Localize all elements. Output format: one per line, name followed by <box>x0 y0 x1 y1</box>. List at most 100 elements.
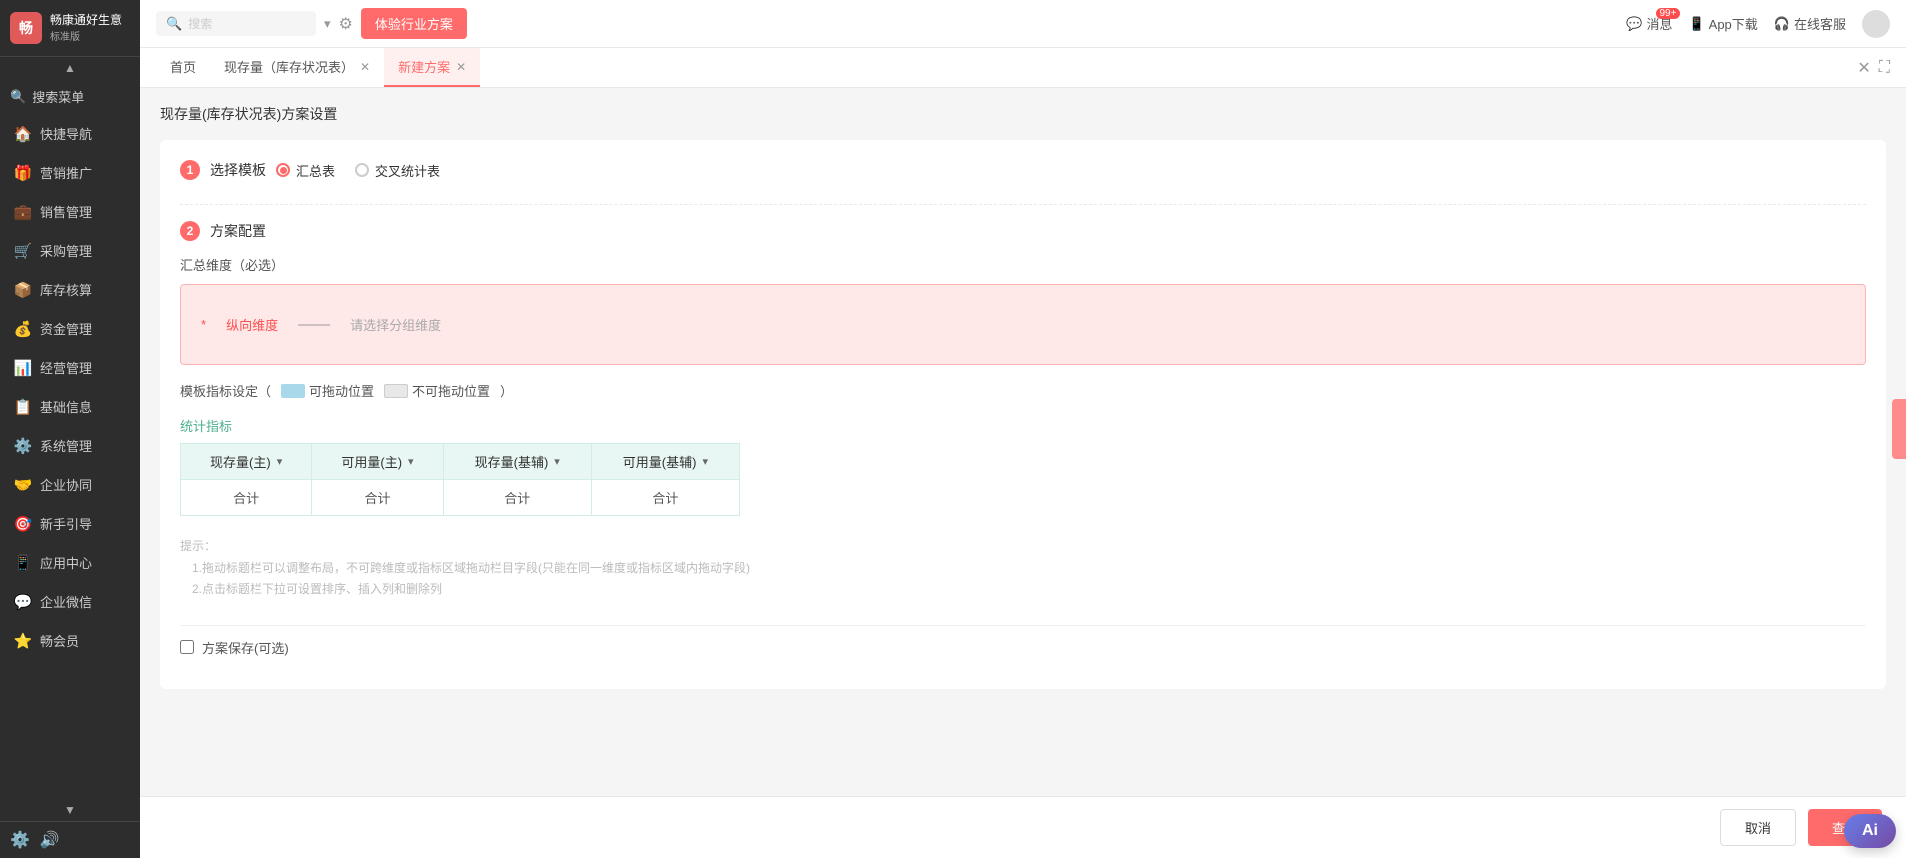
col-stock-main[interactable]: 现存量(主) ▾ <box>181 444 312 480</box>
step1-num: 1 <box>180 160 200 180</box>
user-avatar[interactable] <box>1862 10 1890 38</box>
sidebar-item-enterprise[interactable]: 🤝 企业协同 <box>0 465 140 504</box>
topbar-gear-icon[interactable]: ⚙ <box>339 14 353 34</box>
col-available-aux[interactable]: 可用量(基辅) ▾ <box>591 444 739 480</box>
online-service-group[interactable]: 🎧 在线客服 <box>1774 14 1846 33</box>
money-icon: 💰 <box>14 320 32 338</box>
tabbar: 首页 现存量（库存状况表） ✕ 新建方案 ✕ ✕ ⛶ <box>140 48 1906 88</box>
topbar-chevron-icon[interactable]: ▾ <box>324 16 331 32</box>
nav-label-wechat: 企业微信 <box>40 592 92 611</box>
tips-section: 提示： 1.拖动标题栏可以调整布局，不可跨维度或指标区域拖动栏目字段(只能在同一… <box>180 536 1866 601</box>
sidebar-item-app-center[interactable]: 📱 应用中心 <box>0 543 140 582</box>
tip-item-2: 2.点击标题栏下拉可设置排序、插入列和删除列 <box>180 579 1866 601</box>
template-radio-group: 汇总表 交叉统计表 <box>276 161 440 180</box>
app-version: 标准版 <box>50 28 122 43</box>
dim-arrow: —— <box>298 316 330 334</box>
col-stock-aux[interactable]: 现存量(基辅) ▾ <box>443 444 591 480</box>
step1-title: 选择模板 <box>210 160 266 180</box>
sidebar-item-newbie[interactable]: 🎯 新手引导 <box>0 504 140 543</box>
sidebar-item-member[interactable]: ⭐ 畅会员 <box>0 621 140 660</box>
tabbar-actions: ✕ ⛶ <box>1857 58 1890 78</box>
radio-cross[interactable]: 交叉统计表 <box>355 161 440 180</box>
movable-color <box>281 384 305 398</box>
topbar-left: 🔍 搜索 ▾ ⚙ 体验行业方案 <box>156 8 1614 39</box>
box-icon: 📦 <box>14 281 32 299</box>
tab-home-label: 首页 <box>170 57 196 76</box>
step1-header: 1 选择模板 汇总表 交叉统计表 <box>180 160 1866 180</box>
col-available-aux-chevron[interactable]: ▾ <box>702 455 708 468</box>
cell-available-aux-total: 合计 <box>591 480 739 516</box>
col-available-main[interactable]: 可用量(主) ▾ <box>312 444 443 480</box>
sidebar-item-finance[interactable]: 💰 资金管理 <box>0 309 140 348</box>
unmovable-label: 不可拖动位置 <box>412 381 490 400</box>
right-panel-handle[interactable] <box>1892 399 1906 459</box>
save-checkbox[interactable] <box>180 640 194 654</box>
step2-title: 方案配置 <box>210 221 266 241</box>
topbar-search-placeholder: 搜索 <box>188 15 212 32</box>
tips-title: 提示： <box>180 536 1866 558</box>
stats-table-row: 合计 合计 合计 合计 <box>181 480 740 516</box>
col-available-main-chevron[interactable]: ▾ <box>408 455 414 468</box>
sidebar-item-sales[interactable]: 💼 销售管理 <box>0 192 140 231</box>
tip-item-1: 1.拖动标题栏可以调整布局，不可跨维度或指标区域拖动栏目字段(只能在同一维度或指… <box>180 558 1866 580</box>
sidebar-scroll-up[interactable]: ▲ <box>0 57 140 79</box>
sidebar-item-base-info[interactable]: 📋 基础信息 <box>0 387 140 426</box>
unmovable-color <box>384 384 408 398</box>
sidebar-bottom: ⚙️ 🔊 <box>0 821 140 858</box>
sidebar-search-label: 搜索菜单 <box>32 87 84 106</box>
industry-btn[interactable]: 体验行业方案 <box>361 8 467 39</box>
message-group[interactable]: 💬 消息 99+ <box>1626 14 1672 33</box>
sidebar-search[interactable]: 🔍 搜索菜单 <box>0 79 140 114</box>
sidebar-item-purchase[interactable]: 🛒 采购管理 <box>0 231 140 270</box>
sidebar: 畅 畅康通好生意 标准版 ▲ 🔍 搜索菜单 🏠 快捷导航 🎁 营销推广 💼 销售… <box>0 0 140 858</box>
sidebar-item-quick-nav[interactable]: 🏠 快捷导航 <box>0 114 140 153</box>
tab-home[interactable]: 首页 <box>156 48 210 87</box>
nav-label-base-info: 基础信息 <box>40 397 92 416</box>
ai-float-button[interactable]: Ai <box>1844 814 1896 848</box>
sidebar-scroll-down[interactable]: ▼ <box>0 799 140 821</box>
tab-inventory-close[interactable]: ✕ <box>360 60 370 74</box>
step2-num: 2 <box>180 221 200 241</box>
topbar-right: 💬 消息 99+ 📱 App下载 🎧 在线客服 <box>1626 10 1890 38</box>
radio-summary-circle <box>276 163 290 177</box>
nav-label-app-center: 应用中心 <box>40 553 92 572</box>
tab-new-scheme[interactable]: 新建方案 ✕ <box>384 48 480 87</box>
topbar-search-box[interactable]: 🔍 搜索 <box>156 11 316 36</box>
nav-label-newbie: 新手引导 <box>40 514 92 533</box>
dimension-label: 汇总维度（必选） <box>180 255 1866 274</box>
nav-label-system: 系统管理 <box>40 436 92 455</box>
stats-section: 统计指标 现存量(主) ▾ <box>180 416 1866 516</box>
target-icon: 🎯 <box>14 515 32 533</box>
col-stock-main-label: 现存量(主) <box>210 452 271 471</box>
sidebar-item-wechat[interactable]: 💬 企业微信 <box>0 582 140 621</box>
clipboard-icon: 📋 <box>14 398 32 416</box>
template-indicator-close: ） <box>500 381 513 400</box>
radio-summary[interactable]: 汇总表 <box>276 161 335 180</box>
sidebar-item-inventory[interactable]: 📦 库存核算 <box>0 270 140 309</box>
dimension-label-text: 汇总维度（必选） <box>180 258 284 273</box>
settings-bottom-icon[interactable]: ⚙️ <box>10 830 30 850</box>
nav-label-quick-nav: 快捷导航 <box>40 124 92 143</box>
app-download-group[interactable]: 📱 App下载 <box>1688 14 1757 33</box>
dimension-box[interactable]: * 纵向维度 —— 请选择分组维度 <box>180 284 1866 365</box>
sidebar-item-marketing[interactable]: 🎁 营销推广 <box>0 153 140 192</box>
dim-placeholder: 请选择分组维度 <box>350 315 441 334</box>
cell-stock-aux-total: 合计 <box>443 480 591 516</box>
close-panel-btn[interactable]: ✕ <box>1857 58 1870 78</box>
expand-panel-btn[interactable]: ⛶ <box>1879 58 1890 78</box>
gift-icon: 🎁 <box>14 164 32 182</box>
online-service-label: 在线客服 <box>1794 14 1846 33</box>
save-option: 方案保存(可选) <box>180 625 1866 669</box>
audio-bottom-icon[interactable]: 🔊 <box>40 830 60 850</box>
step1-section: 1 选择模板 汇总表 交叉统计表 <box>180 160 1866 180</box>
main-content: 🔍 搜索 ▾ ⚙ 体验行业方案 💬 消息 99+ 📱 App下载 🎧 在线客服 <box>140 0 1906 858</box>
tab-new-scheme-close[interactable]: ✕ <box>456 60 466 74</box>
tab-inventory[interactable]: 现存量（库存状况表） ✕ <box>210 48 384 87</box>
sidebar-item-system[interactable]: ⚙️ 系统管理 <box>0 426 140 465</box>
sidebar-item-operation[interactable]: 📊 经营管理 <box>0 348 140 387</box>
cancel-button[interactable]: 取消 <box>1720 809 1796 846</box>
col-stock-aux-chevron[interactable]: ▾ <box>554 455 560 468</box>
col-stock-main-chevron[interactable]: ▾ <box>277 455 283 468</box>
stats-table-header-row: 现存量(主) ▾ 可用量(主) ▾ <box>181 444 740 480</box>
app-logo-icon: 畅 <box>10 12 42 44</box>
